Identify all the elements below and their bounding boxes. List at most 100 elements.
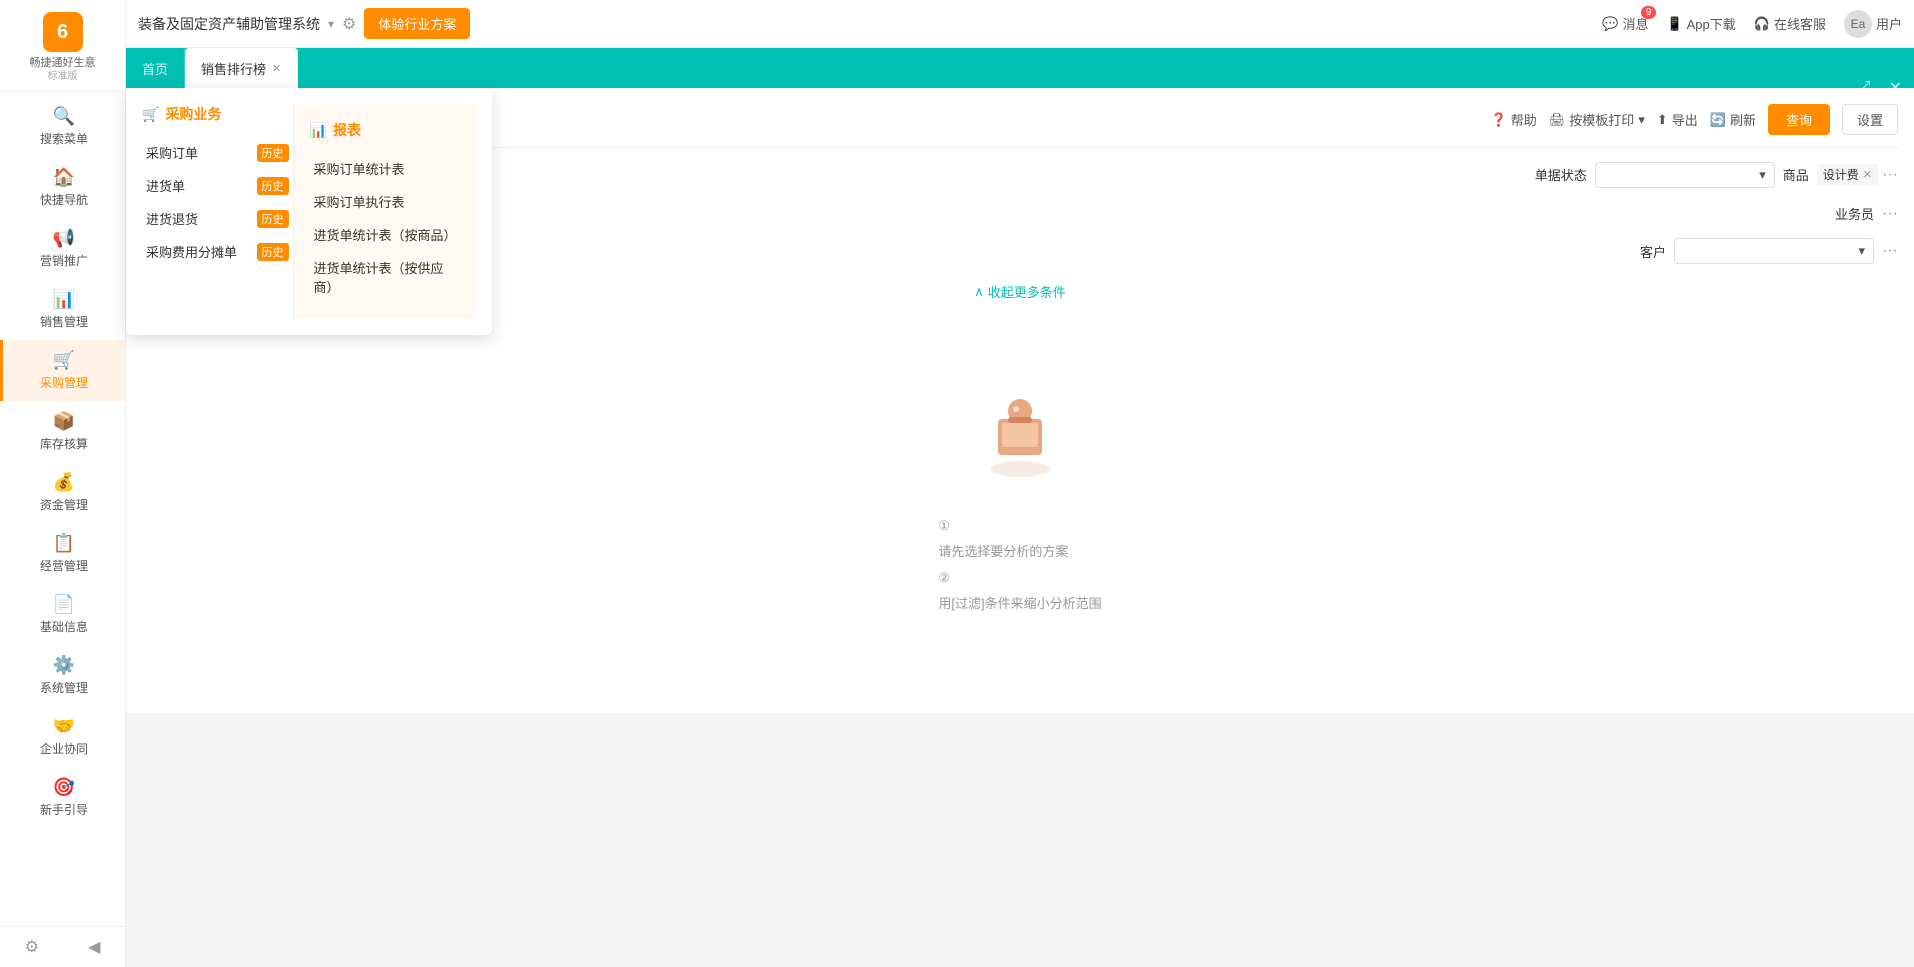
sidebar-item-enterprise[interactable]: 🤝 企业协同: [0, 706, 125, 767]
avatar: Ea: [1844, 10, 1872, 38]
expense-item[interactable]: 采购费用分摊单 历史: [142, 235, 293, 268]
search-icon: 🔍: [53, 106, 75, 127]
expand-icon[interactable]: ⤢: [1858, 79, 1871, 97]
history-badge: 历史: [257, 144, 289, 162]
purchase-order-exec-item[interactable]: 采购订单执行表: [310, 185, 461, 218]
sales-icon: 📊: [53, 289, 75, 310]
header: 装备及固定资产辅助管理系统 ▾ ⚙ 体验行业方案 💬 消息 9 📱 App下载 …: [126, 0, 1914, 48]
dropdown-overlay: 🛒 采购业务 采购订单 历史 进货单 历史 进货退货 历史 采购费用分摊单 历史: [126, 88, 492, 335]
query-btn[interactable]: 查询: [1768, 104, 1830, 135]
report-col: 📊 报表 采购订单统计表 采购订单执行表 进货单统计表（按商品） 进货单统计表（…: [293, 104, 477, 319]
print-dropdown-icon: ▾: [1638, 112, 1645, 128]
sales-label: 销售管理: [40, 313, 88, 330]
logo-text: 畅捷通好生意 标准版: [30, 56, 96, 83]
tabs-bar: 首页 销售排行榜 ✕ ⤢ ✕: [126, 48, 1914, 88]
sidebar-item-system[interactable]: ⚙️ 系统管理: [0, 645, 125, 706]
empty-tips: ① 请先选择要分析的方案 ② 用[过滤]条件来缩小分析范围: [938, 513, 1101, 617]
history-badge-4: 历史: [257, 243, 289, 261]
print-icon: 🖨: [1549, 112, 1566, 128]
settings-gear-icon[interactable]: ⚙: [342, 14, 356, 34]
settings-icon[interactable]: ⚙: [25, 937, 39, 957]
incoming-stats-by-goods-item[interactable]: 进货单统计表（按商品）: [310, 218, 461, 251]
app-download-btn[interactable]: 📱 App下载: [1666, 14, 1735, 33]
purchase-icon: 🛒: [53, 350, 75, 371]
incoming-order-item[interactable]: 进货单 历史: [142, 169, 293, 202]
sidebar-item-purchase[interactable]: 🛒 采购管理: [0, 340, 125, 401]
salesperson-dots[interactable]: ···: [1882, 205, 1898, 223]
inventory-icon: 📦: [53, 411, 75, 432]
sidebar-item-inventory[interactable]: 📦 库存核算: [0, 401, 125, 462]
sidebar-bottom: ⚙ ◀: [0, 926, 125, 967]
user-btn[interactable]: Ea 用户: [1844, 10, 1902, 38]
system-label: 系统管理: [40, 679, 88, 696]
logo: 6 畅捷通好生意 标准版: [0, 0, 125, 92]
guide-label: 新手引导: [40, 801, 88, 818]
customer-dots[interactable]: ···: [1882, 242, 1898, 260]
inventory-label: 库存核算: [40, 435, 88, 452]
customer-filter: 客户 ▾ ···: [1640, 238, 1898, 264]
sidebar-item-search[interactable]: 🔍 搜索菜单: [0, 96, 125, 157]
goods-label: 商品: [1783, 165, 1809, 184]
refresh-btn[interactable]: 🔄 刷新: [1710, 110, 1756, 129]
doc-status-control[interactable]: ▾: [1595, 162, 1775, 188]
message-btn[interactable]: 💬 消息 9: [1602, 14, 1648, 33]
sidebar-item-basic[interactable]: 📄 基础信息: [0, 584, 125, 645]
export-btn[interactable]: ⬆ 导出: [1657, 110, 1698, 129]
customer-control[interactable]: ▾: [1674, 238, 1874, 264]
sidebar-item-operation[interactable]: 📋 经营管理: [0, 523, 125, 584]
sidebar-item-quick-nav[interactable]: 🏠 快捷导航: [0, 157, 125, 218]
enterprise-label: 企业协同: [40, 740, 88, 757]
sidebar: 6 畅捷通好生意 标准版 🔍 搜索菜单 🏠 快捷导航 📢 营销推广 📊 销售管理…: [0, 0, 126, 967]
collapse-icon[interactable]: ◀: [88, 937, 100, 957]
header-left: 装备及固定资产辅助管理系统 ▾ ⚙ 体验行业方案: [138, 8, 470, 39]
system-title: 装备及固定资产辅助管理系统: [138, 14, 320, 34]
phone-icon: 📱: [1666, 16, 1682, 32]
quick-nav-label: 快捷导航: [40, 191, 88, 208]
doc-status-label: 单据状态: [1535, 165, 1587, 184]
purchase-title-icon: 🛒: [142, 106, 159, 123]
sidebar-item-marketing[interactable]: 📢 营销推广: [0, 218, 125, 279]
operation-icon: 📋: [53, 533, 75, 554]
tab-home[interactable]: 首页: [126, 48, 185, 88]
sidebar-item-guide[interactable]: 🎯 新手引导: [0, 767, 125, 828]
tab-sales-ranking[interactable]: 销售排行榜 ✕: [185, 48, 298, 88]
enterprise-icon: 🤝: [53, 716, 75, 737]
close-tabs-icon[interactable]: ✕: [1889, 78, 1902, 98]
sidebar-menu: 🔍 搜索菜单 🏠 快捷导航 📢 营销推广 📊 销售管理 🛒 采购管理 📦 库存核…: [0, 92, 125, 926]
purchase-col: 🛒 采购业务 采购订单 历史 进货单 历史 进货退货 历史 采购费用分摊单 历史: [142, 104, 293, 319]
marketing-icon: 📢: [53, 228, 75, 249]
operation-label: 经营管理: [40, 557, 88, 574]
goods-tag: 设计费 ✕: [1817, 164, 1878, 185]
sidebar-item-sales[interactable]: 📊 销售管理: [0, 279, 125, 340]
help-btn[interactable]: ❓ 帮助: [1491, 110, 1537, 129]
print-btn[interactable]: 🖨 按模板打印 ▾: [1549, 110, 1645, 129]
marketing-label: 营销推广: [40, 252, 88, 269]
logo-icon: 6: [43, 12, 83, 52]
help-icon: ❓: [1491, 112, 1507, 128]
customer-label: 客户: [1640, 242, 1666, 261]
goods-more[interactable]: ···: [1882, 166, 1898, 184]
online-service-btn[interactable]: 🎧 在线客服: [1754, 14, 1826, 33]
industry-btn[interactable]: 体验行业方案: [364, 8, 470, 39]
goods-tag-close[interactable]: ✕: [1863, 168, 1872, 181]
purchase-order-item[interactable]: 采购订单 历史: [142, 136, 293, 169]
system-icon: ⚙️: [53, 655, 75, 676]
sidebar-item-finance[interactable]: 💰 资金管理: [0, 462, 125, 523]
export-icon: ⬆: [1657, 112, 1668, 128]
history-badge-2: 历史: [257, 177, 289, 195]
purchase-order-stats-item[interactable]: 采购订单统计表: [310, 152, 461, 185]
message-badge: 9: [1641, 6, 1657, 19]
message-icon: 💬: [1602, 16, 1618, 32]
settings-btn[interactable]: 设置: [1842, 104, 1898, 135]
empty-state: ① 请先选择要分析的方案 ② 用[过滤]条件来缩小分析范围: [142, 309, 1898, 697]
purchase-label: 采购管理: [40, 374, 88, 391]
incoming-stats-by-supplier-item[interactable]: 进货单统计表（按供应商）: [310, 251, 461, 303]
collapse-arrow-icon: ∧: [974, 284, 984, 300]
return-goods-item[interactable]: 进货退货 历史: [142, 202, 293, 235]
finance-icon: 💰: [53, 472, 75, 493]
empty-illustration: [970, 389, 1070, 489]
report-title-icon: 📊: [310, 122, 327, 139]
tab-close-btn[interactable]: ✕: [272, 62, 281, 75]
dropdown-arrow[interactable]: ▾: [328, 17, 334, 31]
history-badge-3: 历史: [257, 210, 289, 228]
